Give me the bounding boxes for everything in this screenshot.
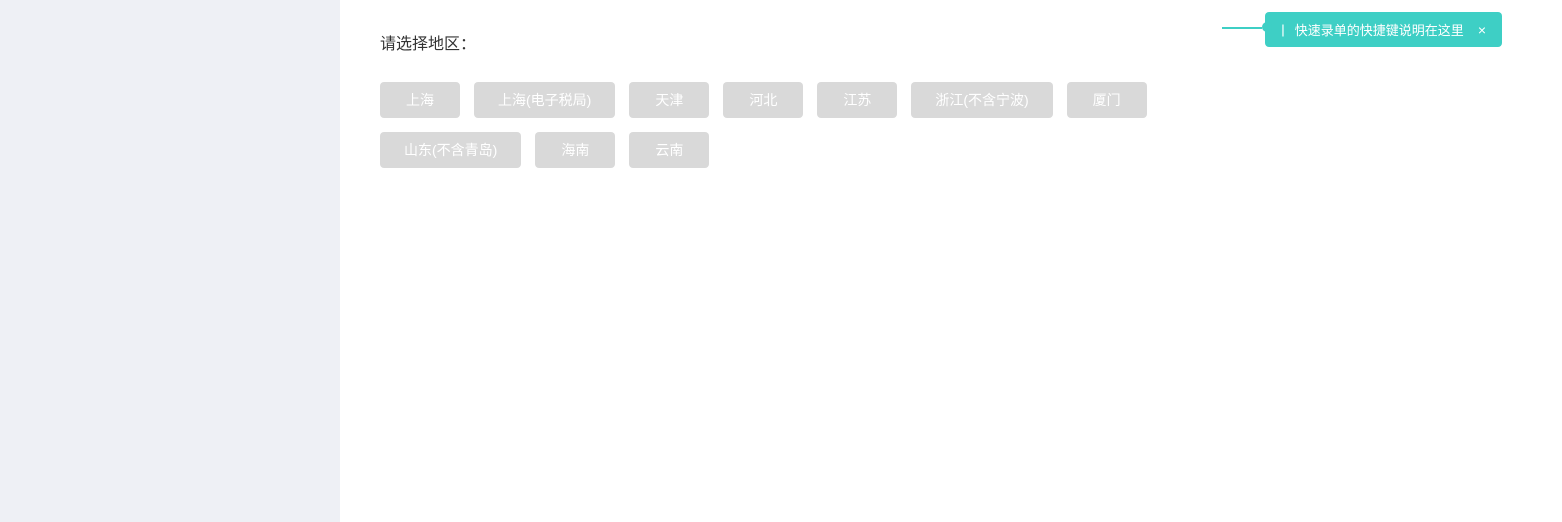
region-btn-hainan[interactable]: 海南 [535,132,615,168]
region-btn-yunnan[interactable]: 云南 [629,132,709,168]
region-btn-shanghai-etax[interactable]: 上海(电子税局) [474,82,615,118]
region-buttons: 上海上海(电子税局) 天津河北江苏浙江(不含宁波) 厦门山东(不含青岛) 海南云南 [380,82,1522,168]
region-btn-shandong[interactable]: 山东(不含青岛) [380,132,521,168]
left-sidebar [0,0,340,522]
region-btn-shanghai[interactable]: 上海 [380,82,460,118]
tooltip-bar: 快速录单的快捷键说明在这里 × [1265,12,1502,47]
tooltip-dot [1262,22,1272,32]
region-btn-tianjin[interactable]: 天津 [629,82,709,118]
tooltip-text: 快速录单的快捷键说明在这里 [1295,20,1464,39]
region-btn-xiamen[interactable]: 厦门 [1067,82,1147,118]
region-btn-jiangsu[interactable]: 江苏 [817,82,897,118]
region-btn-zhejiang[interactable]: 浙江(不含宁波) [911,82,1052,118]
tooltip-line [1222,27,1262,29]
main-content: 请选择地区： 上海上海(电子税局)天津河北江苏浙江(不含宁波)厦门山东(不含青岛… [340,0,1562,522]
region-btn-hebei[interactable]: 河北 [723,82,803,118]
tooltip-close-button[interactable]: × [1478,22,1486,38]
